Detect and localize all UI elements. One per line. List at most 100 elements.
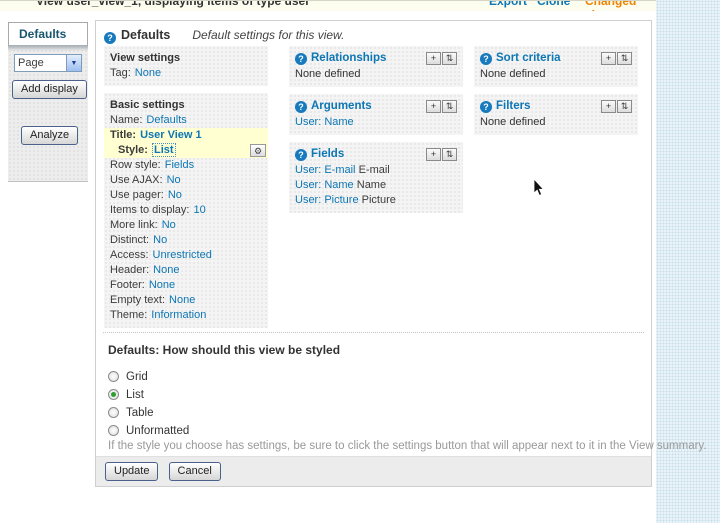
setting-row: More link:No ⚙ xyxy=(110,218,262,233)
rearrange-icon[interactable]: ⇅ xyxy=(442,52,457,65)
setting-value-link[interactable]: Fields xyxy=(165,159,194,171)
item-suffix: E-mail xyxy=(356,164,390,176)
help-icon[interactable]: ? xyxy=(295,53,307,65)
add-icon[interactable]: + xyxy=(601,52,616,65)
setting-value-link[interactable]: No xyxy=(168,189,182,201)
radio-button[interactable] xyxy=(108,389,119,400)
setting-value-link[interactable]: User View 1 xyxy=(140,129,202,141)
setting-value-link[interactable]: Information xyxy=(151,309,206,321)
sort-criteria-link[interactable]: Sort criteria xyxy=(496,51,561,66)
style-settings-button[interactable]: ⚙ xyxy=(250,144,266,157)
add-icon[interactable]: + xyxy=(426,148,441,161)
setting-label: Row style: xyxy=(110,159,161,171)
cancel-button[interactable]: Cancel xyxy=(169,462,221,481)
setting-row: Row style:Fields ⚙ xyxy=(110,158,262,173)
arguments-link[interactable]: Arguments xyxy=(311,99,372,114)
views-display-panel: ? Defaults Default settings for this view.… xyxy=(95,20,652,487)
empty-text: None defined xyxy=(480,67,632,82)
style-option-row: Table xyxy=(108,407,189,424)
rearrange-icon[interactable]: ⇅ xyxy=(442,100,457,113)
setting-label: More link: xyxy=(110,219,158,231)
setting-row: Footer:None ⚙ xyxy=(110,278,262,293)
basic-settings-title: Basic settings xyxy=(110,98,262,113)
setting-row: Header:None ⚙ xyxy=(110,263,262,278)
relationships-box: ? Relationships + ⇅ None defined xyxy=(289,46,463,87)
setting-label: Title: xyxy=(110,129,136,141)
setting-row: Use AJAX:No ⚙ xyxy=(110,173,262,188)
setting-label: Header: xyxy=(110,264,149,276)
help-icon[interactable]: ? xyxy=(295,101,307,113)
setting-row: Use pager:No ⚙ xyxy=(110,188,262,203)
rearrange-icon[interactable]: ⇅ xyxy=(617,52,632,65)
setting-row: Empty text:None ⚙ xyxy=(110,293,262,308)
fields-link[interactable]: Fields xyxy=(311,147,344,162)
setting-row: Access:Unrestricted ⚙ xyxy=(110,248,262,263)
setting-value-link[interactable]: Defaults xyxy=(146,114,186,126)
setting-label: Footer: xyxy=(110,279,145,291)
add-icon[interactable]: + xyxy=(426,52,441,65)
arguments-items: User: Name xyxy=(295,115,457,130)
add-icon[interactable]: + xyxy=(601,100,616,113)
setting-value-link[interactable]: None xyxy=(149,279,175,291)
item-link[interactable]: User: Name xyxy=(295,179,354,191)
view-settings-rows: Tag: None xyxy=(110,66,262,81)
view-title-bar: View user_view_1, displaying items of ty… xyxy=(0,0,656,11)
style-option-row: Grid xyxy=(108,371,189,388)
item-link[interactable]: User: Name xyxy=(295,116,354,128)
form-actions: Update Cancel xyxy=(96,456,651,486)
filters-link[interactable]: Filters xyxy=(496,99,531,114)
view-title: View user_view_1, displaying items of ty… xyxy=(36,0,310,8)
setting-value-link[interactable]: None xyxy=(135,67,161,79)
rearrange-icon[interactable]: ⇅ xyxy=(617,100,632,113)
item-link[interactable]: User: Picture xyxy=(295,194,359,206)
help-icon[interactable]: ? xyxy=(104,32,116,44)
setting-row: Title:User View 1 ⚙ xyxy=(104,128,268,143)
relationships-link[interactable]: Relationships xyxy=(311,51,386,66)
column-right: ? Sort criteria + ⇅ None defined ? Filte… xyxy=(474,46,638,142)
gear-icon: ⚙ xyxy=(254,146,262,156)
setting-value-link[interactable]: No xyxy=(162,219,176,231)
setting-row: Name:Defaults ⚙ xyxy=(110,113,262,128)
setting-value-link[interactable]: None xyxy=(169,294,195,306)
export-link[interactable]: Export xyxy=(489,0,527,8)
clone-link[interactable]: Clone xyxy=(537,0,570,8)
item-link[interactable]: User: E-mail xyxy=(295,164,356,176)
tab-defaults[interactable]: Defaults xyxy=(8,22,88,45)
view-settings-box: View settings Tag:None xyxy=(104,46,268,86)
add-display-button[interactable]: Add display xyxy=(12,80,87,99)
radio-button[interactable] xyxy=(108,425,119,436)
display-type-value: Page xyxy=(18,57,44,69)
style-form-hint: If the style you choose has settings, be… xyxy=(108,440,707,452)
setting-value-link[interactable]: Unrestricted xyxy=(153,249,212,261)
help-icon[interactable]: ? xyxy=(295,149,307,161)
help-icon[interactable]: ? xyxy=(480,101,492,113)
changed-view-badge: Changed view xyxy=(585,0,656,11)
radio-label: Unformatted xyxy=(126,425,189,437)
help-icon[interactable]: ? xyxy=(480,53,492,65)
setting-value-link[interactable]: 10 xyxy=(193,204,205,216)
display-type-select[interactable]: Page ▼ xyxy=(14,54,82,72)
style-options: Grid List Table Unformatted xyxy=(108,371,189,443)
basic-settings-rows: Name:Defaults ⚙ Title: User View 1 ⚙ Styl… xyxy=(110,113,262,323)
setting-label: Tag: xyxy=(110,67,131,79)
setting-label: Distinct: xyxy=(110,234,149,246)
setting-label: Style: xyxy=(118,144,148,156)
setting-label: Items to display: xyxy=(110,204,189,216)
setting-value-link[interactable]: List xyxy=(152,143,176,157)
setting-value-link[interactable]: None xyxy=(153,264,179,276)
radio-button[interactable] xyxy=(108,371,119,382)
setting-value-link[interactable]: No xyxy=(153,234,167,246)
empty-text: None defined xyxy=(480,115,632,130)
update-button[interactable]: Update xyxy=(105,462,158,481)
basic-settings-box: Basic settings Name:Defaults ⚙ Title: Use… xyxy=(104,93,268,328)
item-suffix: Picture xyxy=(359,194,396,206)
analyze-button[interactable]: Analyze xyxy=(21,126,78,145)
empty-text: None defined xyxy=(295,67,457,82)
rearrange-icon[interactable]: ⇅ xyxy=(442,148,457,161)
add-icon[interactable]: + xyxy=(426,100,441,113)
form-divider xyxy=(103,332,644,333)
setting-row: Style: List ⚙ xyxy=(104,143,268,158)
setting-value-link[interactable]: No xyxy=(167,174,181,186)
panel-subtitle: Default settings for this view. xyxy=(192,28,344,42)
radio-button[interactable] xyxy=(108,407,119,418)
